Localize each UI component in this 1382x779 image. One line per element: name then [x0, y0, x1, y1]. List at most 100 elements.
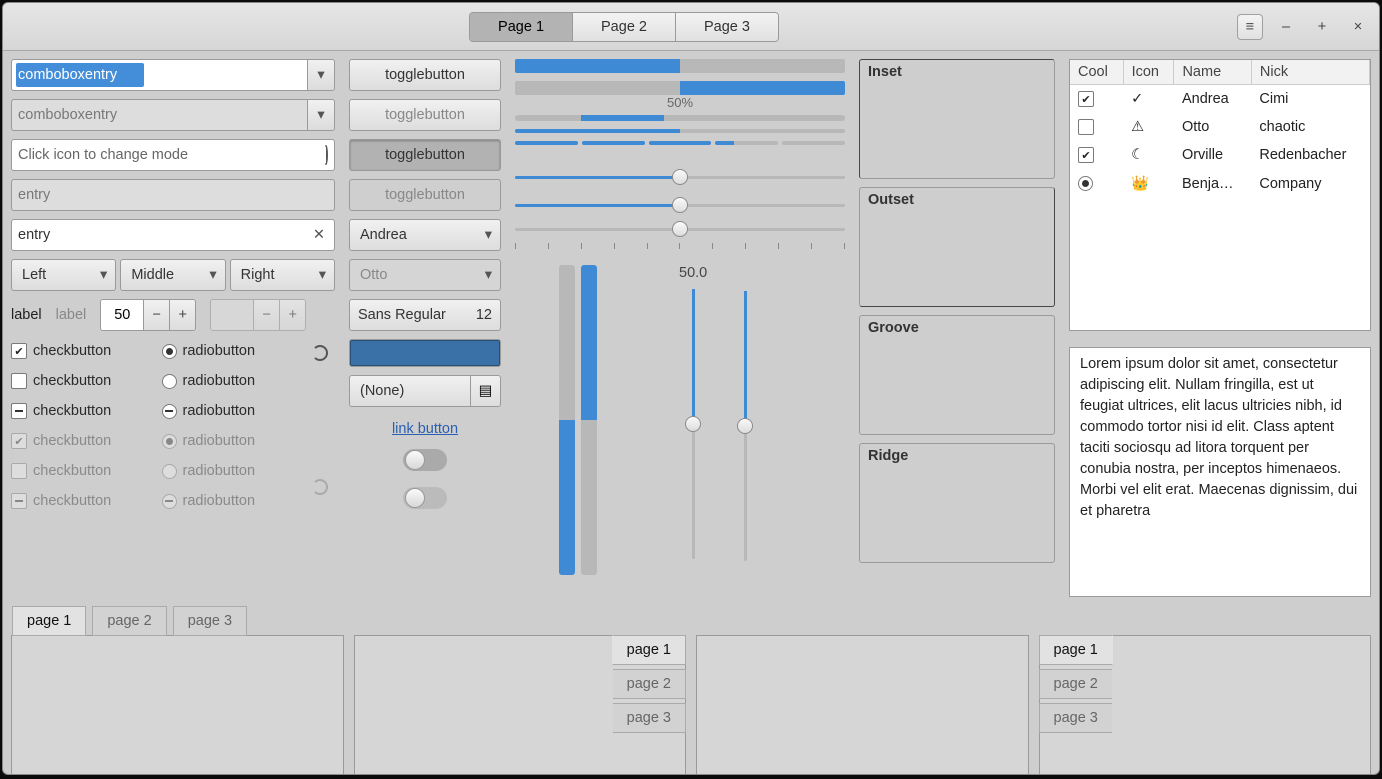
cool-check[interactable] — [1078, 91, 1094, 107]
column-progress-sliders: 50% — [515, 59, 845, 597]
comboboxentry-active[interactable]: comboboxentry ▾ — [11, 59, 335, 91]
h-slider-ticks[interactable] — [515, 223, 845, 253]
clear-icon[interactable]: ✕ — [310, 226, 328, 244]
combo-otto: Otto — [349, 259, 501, 291]
segmented-right[interactable]: Right — [230, 259, 335, 291]
treeview[interactable]: Cool Icon Name Nick ✓ AndreaCimi — [1069, 59, 1371, 331]
th-nick[interactable]: Nick — [1251, 60, 1369, 85]
nb-right-tab-2[interactable]: page 2 — [613, 669, 686, 699]
column-frames: Inset Outset Groove Ridge — [859, 59, 1055, 597]
file-chooser-open-icon[interactable]: ▤ — [471, 375, 501, 407]
nb-top-tab-3[interactable]: page 3 — [173, 606, 247, 636]
hamburger-menu-button[interactable]: ≡ — [1237, 14, 1263, 40]
table-row[interactable]: ⚠ Ottochaotic — [1070, 113, 1370, 141]
folder-icon: ▤ — [479, 383, 493, 399]
segmented-left[interactable]: Left — [11, 259, 116, 291]
spin-input[interactable] — [101, 300, 143, 330]
spin-minus-disabled: − — [253, 300, 279, 330]
spinbutton[interactable]: − + — [100, 299, 196, 331]
header-tab-page2[interactable]: Page 2 — [573, 13, 676, 41]
file-chooser[interactable]: (None) ▤ — [349, 375, 501, 407]
table-row[interactable]: 👑 Benja…Company — [1070, 169, 1370, 198]
refresh-icon[interactable] — [324, 147, 328, 163]
progressbar-thin-1 — [515, 129, 845, 133]
segmented-combo-row: Left Middle Right — [11, 259, 335, 291]
check-radio-grid: checkbutton checkbutton checkbutton chec… — [11, 343, 335, 509]
v-slider-value-label: 50.0 — [679, 265, 707, 281]
mode-entry[interactable]: Click icon to change mode — [11, 139, 335, 171]
spin-plus[interactable]: + — [169, 300, 195, 330]
togglebutton-1[interactable]: togglebutton — [349, 59, 501, 91]
togglebutton-3[interactable]: togglebutton — [349, 139, 501, 171]
v-slider-1[interactable] — [683, 289, 703, 559]
nb-top-tab-2[interactable]: page 2 — [92, 606, 166, 636]
entry-disabled-text: entry — [18, 187, 50, 203]
header-tab-page1[interactable]: Page 1 — [470, 13, 573, 41]
frame-inset: Inset — [859, 59, 1055, 179]
comboboxentry-text[interactable]: comboboxentry — [12, 67, 117, 83]
combo-arrow[interactable]: ▾ — [307, 59, 335, 91]
file-chooser-label[interactable]: (None) — [349, 375, 471, 407]
app-window: Page 1 Page 2 Page 3 ≡ – + × — [2, 2, 1380, 775]
close-button[interactable]: × — [1345, 14, 1371, 40]
static-label-2: label — [56, 307, 87, 323]
radiobutton-2[interactable]: radiobutton — [162, 373, 287, 389]
comboboxentry-disabled: comboboxentry ▾ — [11, 99, 335, 131]
entry-disabled: entry — [11, 179, 335, 211]
checkbutton-5: checkbutton — [11, 463, 136, 479]
font-button[interactable]: Sans Regular 12 — [349, 299, 501, 331]
row-icon: ⚠ — [1131, 119, 1144, 135]
checkbutton-2[interactable]: checkbutton — [11, 373, 136, 389]
checkbutton-3[interactable]: checkbutton — [11, 403, 136, 419]
maximize-button[interactable]: + — [1309, 14, 1335, 40]
entry-clearable[interactable]: entry ✕ — [11, 219, 335, 251]
nb-left-tab-2[interactable]: page 2 — [1039, 669, 1112, 699]
spin-minus[interactable]: − — [143, 300, 169, 330]
checkbutton-1[interactable]: checkbutton — [11, 343, 136, 359]
progressbar-percent — [515, 115, 845, 121]
notebook-right-tabs: page 1 page 2 page 3 — [354, 635, 687, 775]
nb-left-tab-1[interactable]: page 1 — [1039, 635, 1113, 665]
progressbar-2 — [515, 81, 845, 95]
cool-radio[interactable] — [1078, 176, 1093, 191]
entry-text[interactable]: entry — [18, 227, 50, 243]
spinbutton-disabled: − + — [210, 299, 306, 331]
cool-check[interactable] — [1078, 147, 1094, 163]
link-button[interactable]: link button — [349, 421, 501, 437]
column-tree-text: Cool Icon Name Nick ✓ AndreaCimi — [1069, 59, 1371, 597]
v-slider-2[interactable] — [735, 291, 755, 561]
font-name: Sans Regular — [358, 307, 446, 323]
color-button[interactable] — [349, 339, 501, 367]
switch-1[interactable] — [403, 449, 447, 471]
static-label-1: label — [11, 307, 42, 323]
seg-pb-3 — [649, 141, 712, 145]
minimize-button[interactable]: – — [1273, 14, 1299, 40]
cool-check[interactable] — [1078, 119, 1094, 135]
segmented-middle[interactable]: Middle — [120, 259, 225, 291]
nb-top-tab-1[interactable]: page 1 — [12, 606, 86, 636]
combo-andrea[interactable]: Andrea — [349, 219, 501, 251]
row-icon: ☾ — [1131, 147, 1144, 163]
notebook-left-tabs: page 1 page 2 page 3 — [1039, 635, 1372, 775]
nb-left-tab-3[interactable]: page 3 — [1039, 703, 1112, 733]
table-row[interactable]: ✓ AndreaCimi — [1070, 85, 1370, 114]
radiobutton-4: radiobutton — [162, 433, 287, 449]
label-spin-row: label label − + − + — [11, 299, 335, 331]
radiobutton-1[interactable]: radiobutton — [162, 343, 287, 359]
textview[interactable]: Lorem ipsum dolor sit amet, consectetur … — [1069, 347, 1371, 597]
togglebutton-2: togglebutton — [349, 99, 501, 131]
row-icon: ✓ — [1131, 91, 1143, 107]
mode-entry-placeholder: Click icon to change mode — [18, 147, 188, 163]
th-cool[interactable]: Cool — [1070, 60, 1123, 85]
nb-right-tab-1[interactable]: page 1 — [612, 635, 686, 665]
table-row[interactable]: ☾ OrvilleRedenbacher — [1070, 141, 1370, 169]
h-slider-2[interactable] — [515, 195, 845, 215]
th-name[interactable]: Name — [1174, 60, 1251, 85]
seg-pb-5 — [782, 141, 845, 145]
header-tab-page3[interactable]: Page 3 — [676, 13, 778, 41]
h-slider-1[interactable] — [515, 167, 845, 187]
radiobutton-3[interactable]: radiobutton — [162, 403, 287, 419]
nb-right-tab-3[interactable]: page 3 — [613, 703, 686, 733]
th-icon[interactable]: Icon — [1123, 60, 1174, 85]
radiobutton-6: radiobutton — [162, 493, 287, 509]
